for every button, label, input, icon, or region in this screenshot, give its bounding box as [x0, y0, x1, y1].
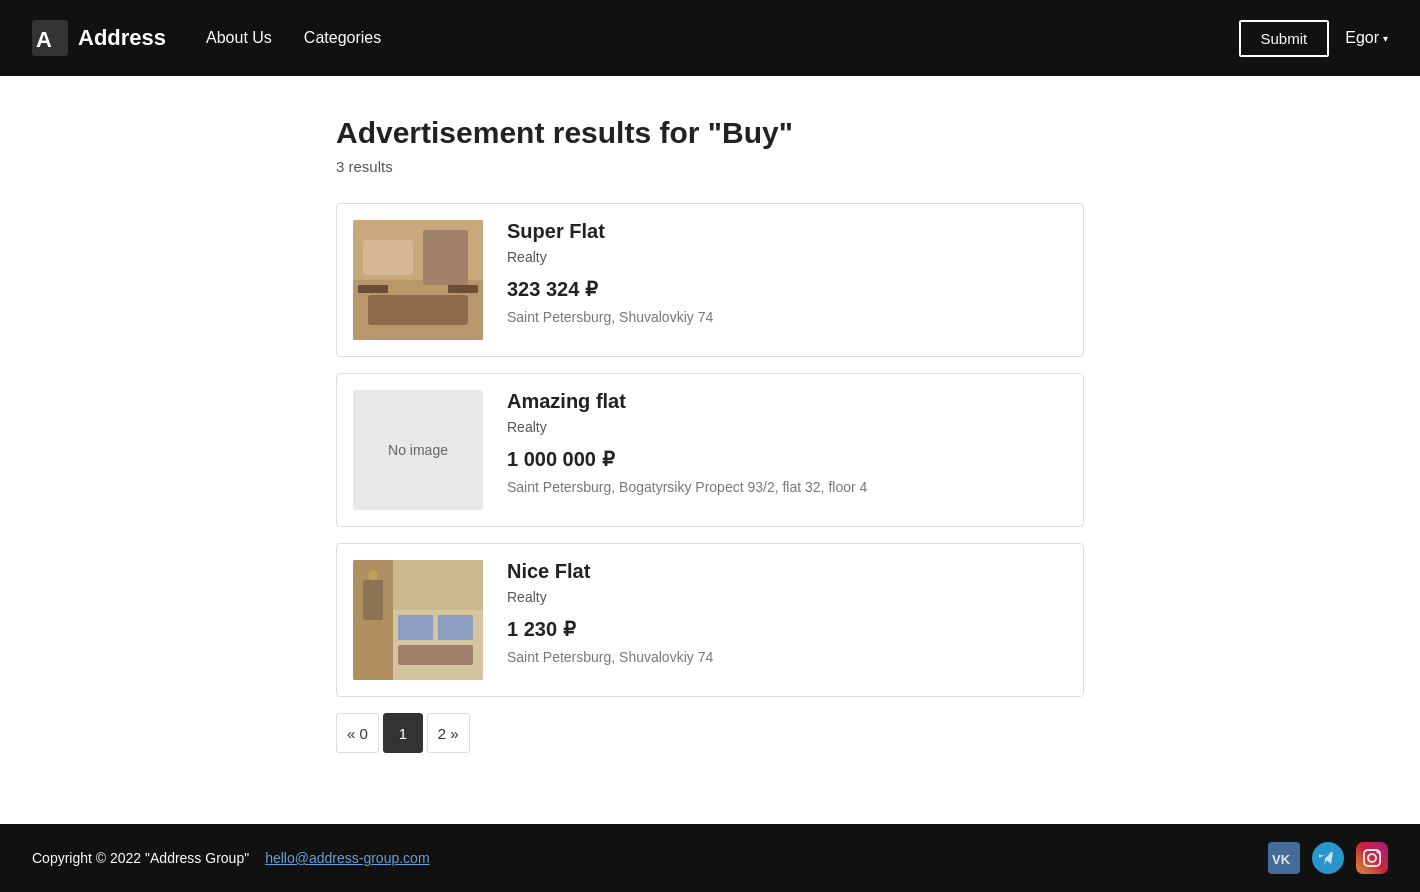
svg-rect-7 — [358, 285, 388, 293]
listing-category-2: Realty — [507, 419, 1067, 435]
content-wrapper: Advertisement results for "Buy" 3 result… — [320, 116, 1100, 753]
footer: Copyright © 2022 "Address Group" hello@a… — [0, 824, 1420, 892]
listing-title-1: Super Flat — [507, 220, 1067, 243]
no-image-label: No image — [388, 442, 448, 458]
room-illustration-3 — [353, 560, 483, 680]
listing-card-2[interactable]: No image Amazing flat Realty 1 000 000 ₽… — [336, 373, 1084, 527]
listing-address-1: Saint Petersburg, Shuvalovkiy 74 — [507, 309, 1067, 325]
pagination-prev[interactable]: « 0 — [336, 713, 379, 753]
svg-rect-4 — [363, 240, 413, 275]
svg-text:A: A — [36, 27, 52, 52]
svg-point-23 — [1377, 851, 1380, 854]
listing-category-3: Realty — [507, 589, 1067, 605]
listing-address-3: Saint Petersburg, Shuvalovkiy 74 — [507, 649, 1067, 665]
svg-rect-14 — [398, 645, 473, 665]
brand-link[interactable]: A Address — [32, 20, 166, 56]
listing-title-3: Nice Flat — [507, 560, 1067, 583]
main-content: Advertisement results for "Buy" 3 result… — [0, 76, 1420, 824]
svg-rect-20 — [1356, 842, 1388, 874]
listing-address-2: Saint Petersburg, Bogatyrsiky Propect 93… — [507, 479, 1067, 495]
navbar-links: About Us Categories — [206, 29, 1238, 47]
user-menu-caret-icon: ▾ — [1383, 33, 1388, 44]
listing-title-2: Amazing flat — [507, 390, 1067, 413]
footer-left: Copyright © 2022 "Address Group" hello@a… — [32, 850, 430, 866]
svg-rect-12 — [398, 615, 433, 640]
brand-name: Address — [78, 25, 166, 51]
nav-categories[interactable]: Categories — [304, 29, 381, 47]
room-illustration-1 — [353, 220, 483, 340]
svg-rect-6 — [368, 295, 468, 325]
svg-rect-8 — [448, 285, 478, 293]
pagination-current[interactable]: 1 — [383, 713, 423, 753]
navbar-actions: Submit Egor ▾ — [1239, 20, 1388, 57]
listing-category-1: Realty — [507, 249, 1067, 265]
svg-rect-5 — [423, 230, 468, 285]
footer-icons: VK — [1268, 842, 1388, 874]
svg-rect-13 — [438, 615, 473, 640]
user-menu[interactable]: Egor ▾ — [1345, 29, 1388, 47]
navbar: A Address About Us Categories Submit Ego… — [0, 0, 1420, 76]
listing-image-3 — [353, 560, 483, 680]
instagram-icon[interactable] — [1356, 842, 1388, 874]
page-title: Advertisement results for "Buy" — [336, 116, 1084, 150]
footer-email[interactable]: hello@address-group.com — [265, 850, 429, 866]
listing-info-3: Nice Flat Realty 1 230 ₽ Saint Petersbur… — [507, 560, 1067, 665]
listing-info-2: Amazing flat Realty 1 000 000 ₽ Saint Pe… — [507, 390, 1067, 495]
listing-price-2: 1 000 000 ₽ — [507, 447, 1067, 471]
listing-image-1 — [353, 220, 483, 340]
vk-icon[interactable]: VK — [1268, 842, 1300, 874]
listing-info-1: Super Flat Realty 323 324 ₽ Saint Peters… — [507, 220, 1067, 325]
svg-point-16 — [368, 570, 378, 580]
listing-price-1: 323 324 ₽ — [507, 277, 1067, 301]
pagination-next[interactable]: 2 » — [427, 713, 470, 753]
submit-button[interactable]: Submit — [1239, 20, 1330, 57]
telegram-icon[interactable] — [1312, 842, 1344, 874]
results-count: 3 results — [336, 158, 1084, 175]
user-name: Egor — [1345, 29, 1379, 47]
svg-text:VK: VK — [1272, 852, 1291, 867]
footer-copyright: Copyright © 2022 "Address Group" — [32, 850, 249, 866]
listing-price-3: 1 230 ₽ — [507, 617, 1067, 641]
listing-card-1[interactable]: Super Flat Realty 323 324 ₽ Saint Peters… — [336, 203, 1084, 357]
brand-logo-icon: A — [32, 20, 68, 56]
svg-rect-15 — [363, 580, 383, 620]
listing-image-2: No image — [353, 390, 483, 510]
pagination: « 0 1 2 » — [336, 713, 1084, 753]
nav-about-us[interactable]: About Us — [206, 29, 272, 47]
listing-card-3[interactable]: Nice Flat Realty 1 230 ₽ Saint Petersbur… — [336, 543, 1084, 697]
